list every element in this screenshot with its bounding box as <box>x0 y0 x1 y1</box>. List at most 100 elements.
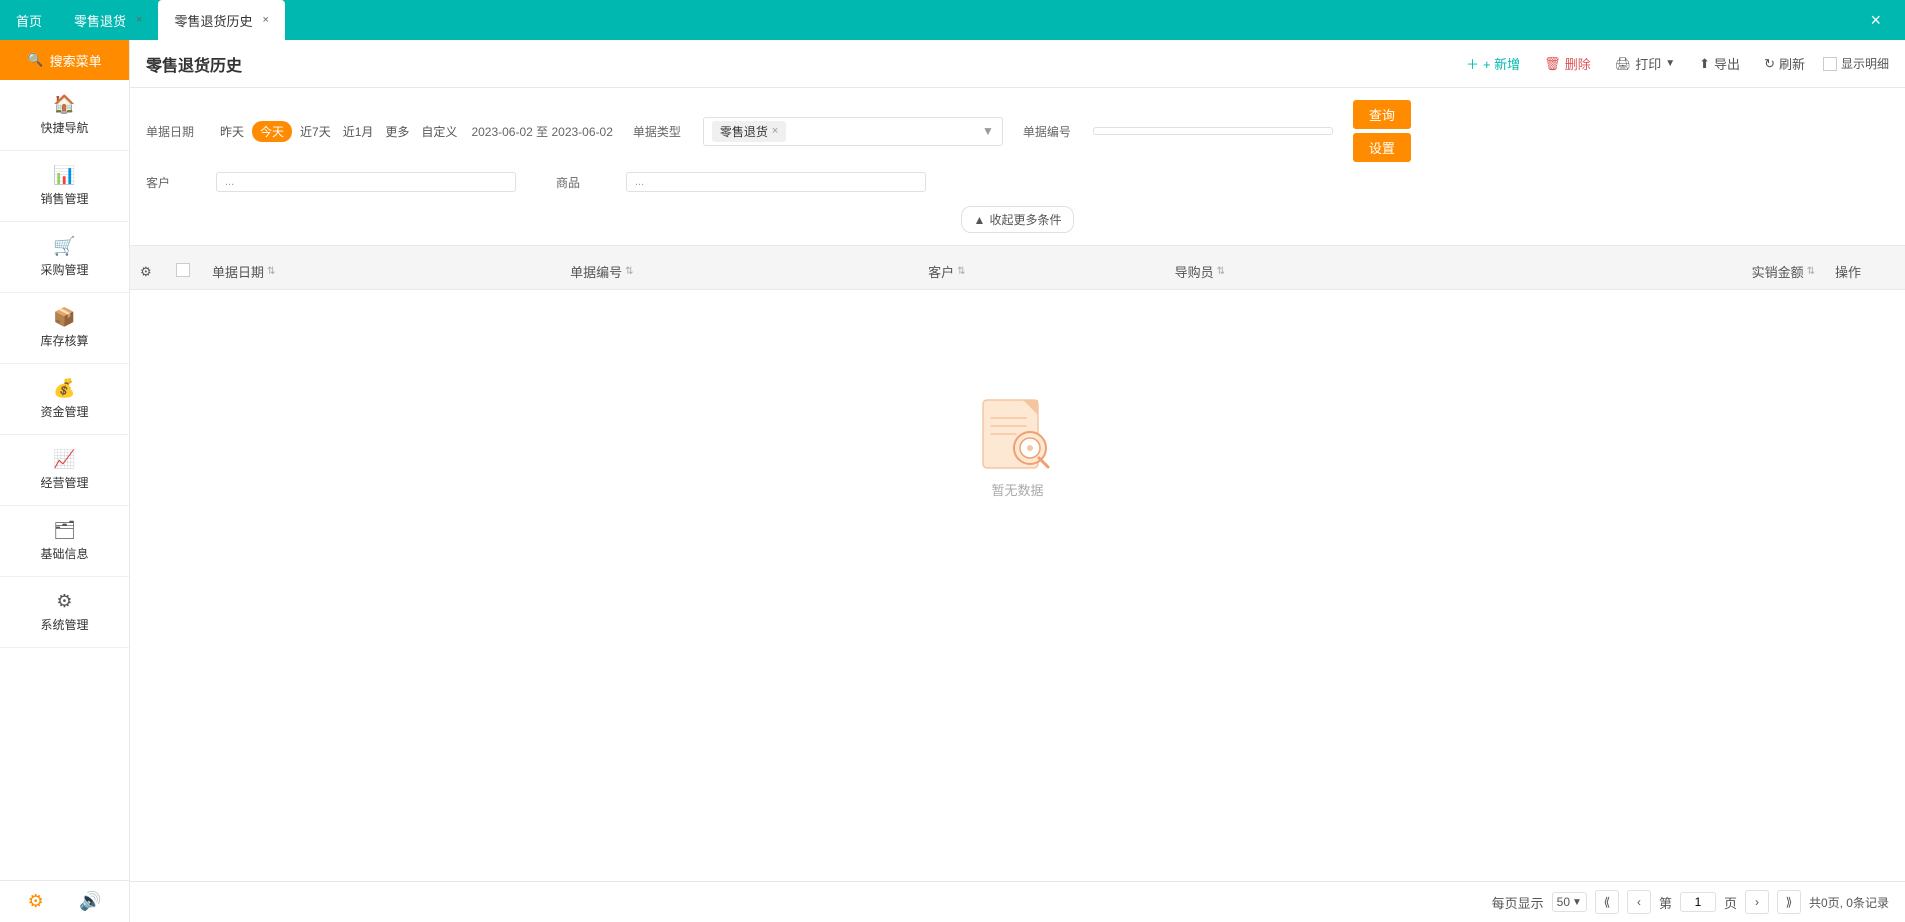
prev-page-button[interactable]: ‹ <box>1627 890 1651 914</box>
column-settings-icon[interactable]: ⚙ <box>140 264 152 279</box>
settings-button[interactable]: 设置 <box>1353 133 1411 162</box>
date-filter-buttons: 昨天 今天 近7天 近1月 更多 自定义 2023-06-02 至 2023-0… <box>216 121 613 142</box>
new-button[interactable]: ＋ + 新增 <box>1460 50 1526 77</box>
tab-home[interactable]: 首页 <box>0 0 58 40</box>
th-settings[interactable]: ⚙ <box>130 254 166 290</box>
show-detail-checkbox[interactable] <box>1823 57 1837 71</box>
th-amount-label: 实销金额 <box>1752 262 1804 281</box>
collapse-up-icon: ▲ <box>974 213 986 227</box>
per-page-value: 50 <box>1557 895 1570 909</box>
show-detail-text: 显示明细 <box>1841 55 1889 72</box>
goods-filter-select[interactable]: ... <box>626 172 926 192</box>
show-detail-toggle[interactable]: 显示明细 <box>1823 55 1889 72</box>
date-btn-7days[interactable]: 近7天 <box>296 121 335 142</box>
system-mgmt-icon: ⚙ <box>56 591 72 612</box>
th-amount[interactable]: 实销金额 ⇅ <box>1467 254 1825 290</box>
finance-mgmt-icon: 💰 <box>53 378 75 399</box>
th-guide-sort-icon: ⇅ <box>1217 266 1225 277</box>
page-title: 零售退货历史 <box>146 52 242 76</box>
date-range-display: 2023-06-02 至 2023-06-02 <box>471 123 612 140</box>
delete-label: 删除 <box>1565 54 1591 73</box>
date-btn-1month[interactable]: 近1月 <box>339 121 378 142</box>
goods-filter-label: 商品 <box>556 174 606 191</box>
empty-illustration <box>968 390 1068 480</box>
last-page-button[interactable]: ⟫ <box>1777 890 1801 914</box>
date-btn-more[interactable]: 更多 <box>381 121 413 142</box>
filter-row-2: 客户 ... 商品 ... <box>146 172 1889 192</box>
page-input[interactable] <box>1680 892 1716 912</box>
page-header: 零售退货历史 ＋ + 新增 🗑 删除 🖨 打印 ▼ ⬆ 导出 <box>130 40 1905 88</box>
print-button[interactable]: 🖨 打印 ▼ <box>1609 50 1681 77</box>
delete-button[interactable]: 🗑 删除 <box>1538 50 1597 77</box>
sidebar-item-sales-mgmt-label: 销售管理 <box>40 190 88 207</box>
top-bar-right: × <box>1862 6 1905 35</box>
select-all-checkbox[interactable] <box>176 263 190 277</box>
export-label: 导出 <box>1714 54 1740 73</box>
date-btn-today[interactable]: 今天 <box>252 121 292 142</box>
th-guide[interactable]: 导购员 ⇅ <box>1165 254 1467 290</box>
window-close-button[interactable]: × <box>1862 6 1889 35</box>
inventory-icon: 📦 <box>53 307 75 328</box>
table-area: ⚙ 单据日期 ⇅ 单据编号 <box>130 254 1905 881</box>
per-page-select[interactable]: 50 ▼ <box>1552 892 1587 912</box>
volume-icon[interactable]: 🔊 <box>79 891 101 912</box>
tab-retail-return-history-close[interactable]: × <box>262 14 268 26</box>
collapse-filter-button[interactable]: ▲ 收起更多条件 <box>961 206 1075 233</box>
ops-mgmt-icon: 📈 <box>53 449 75 470</box>
print-dropdown-icon: ▼ <box>1665 58 1675 69</box>
th-date[interactable]: 单据日期 ⇅ <box>202 254 560 290</box>
query-button[interactable]: 查询 <box>1353 100 1411 129</box>
type-dropdown-icon[interactable]: ▼ <box>982 124 994 138</box>
sidebar-search-label: 搜索菜单 <box>50 51 102 70</box>
type-filter-select[interactable]: 零售退货 × ▼ <box>703 117 1003 146</box>
sidebar-item-purchase-mgmt-label: 采购管理 <box>40 261 88 278</box>
tab-retail-return[interactable]: 零售退货 × <box>58 0 158 40</box>
date-btn-custom[interactable]: 自定义 <box>417 121 461 142</box>
settings-bottom-icon[interactable]: ⚙ <box>28 891 44 912</box>
customer-filter-select[interactable]: ... <box>216 172 516 192</box>
sidebar-item-quick-nav-label: 快捷导航 <box>40 119 88 136</box>
date-filter-label: 单据日期 <box>146 123 196 140</box>
next-page-button[interactable]: › <box>1745 890 1769 914</box>
sidebar-item-inventory[interactable]: 📦 库存核算 <box>0 293 129 364</box>
purchase-mgmt-icon: 🛒 <box>53 236 75 257</box>
new-label: + 新增 <box>1483 54 1520 73</box>
sidebar-item-sales-mgmt[interactable]: 📊 销售管理 <box>0 151 129 222</box>
type-tag-close[interactable]: × <box>772 125 778 137</box>
sidebar-item-quick-nav[interactable]: 🏠 快捷导航 <box>0 80 129 151</box>
type-filter-label: 单据类型 <box>633 123 683 140</box>
sidebar-item-ops-mgmt[interactable]: 📈 经营管理 <box>0 435 129 506</box>
page-label: 第 <box>1659 893 1672 912</box>
tab-retail-return-history[interactable]: 零售退货历史 × <box>158 0 284 40</box>
sidebar-item-basic-info[interactable]: 🗂 基础信息 <box>0 506 129 577</box>
sidebar-item-finance-mgmt[interactable]: 💰 资金管理 <box>0 364 129 435</box>
export-button[interactable]: ⬆ 导出 <box>1693 50 1746 77</box>
tab-retail-return-close[interactable]: × <box>136 14 142 26</box>
content-area: 零售退货历史 ＋ + 新增 🗑 删除 🖨 打印 ▼ ⬆ 导出 <box>130 40 1905 922</box>
pagination-total: 共0页, 0条记录 <box>1809 894 1889 911</box>
action-buttons: 查询 设置 <box>1353 100 1411 162</box>
collapse-label: 收起更多条件 <box>989 211 1061 228</box>
sidebar-item-system-mgmt[interactable]: ⚙ 系统管理 <box>0 577 129 648</box>
refresh-label: 刷新 <box>1779 54 1805 73</box>
toolbar: ＋ + 新增 🗑 删除 🖨 打印 ▼ ⬆ 导出 ↻ <box>1460 50 1889 77</box>
refresh-icon: ↻ <box>1764 56 1775 72</box>
th-customer-label: 客户 <box>928 262 954 281</box>
export-icon: ⬆ <box>1699 56 1710 72</box>
customer-placeholder: ... <box>225 176 234 188</box>
voucher-filter-label: 单据编号 <box>1023 123 1073 140</box>
sidebar-item-purchase-mgmt[interactable]: 🛒 采购管理 <box>0 222 129 293</box>
voucher-filter-input[interactable] <box>1093 127 1333 135</box>
th-customer[interactable]: 客户 ⇅ <box>918 254 1164 290</box>
delete-icon: 🗑 <box>1544 56 1561 72</box>
refresh-button[interactable]: ↻ 刷新 <box>1758 50 1811 77</box>
sidebar-search[interactable]: 🔍 搜索菜单 <box>0 40 129 80</box>
th-checkbox[interactable] <box>166 254 202 290</box>
date-btn-yesterday[interactable]: 昨天 <box>216 121 248 142</box>
th-date-sort-icon: ⇅ <box>267 266 275 277</box>
new-icon: ＋ <box>1466 54 1479 73</box>
table-body: 暂无数据 <box>130 290 1905 600</box>
th-voucher-no[interactable]: 单据编号 ⇅ <box>560 254 918 290</box>
first-page-button[interactable]: ⟪ <box>1595 890 1619 914</box>
type-tag-text: 零售退货 <box>720 123 768 140</box>
